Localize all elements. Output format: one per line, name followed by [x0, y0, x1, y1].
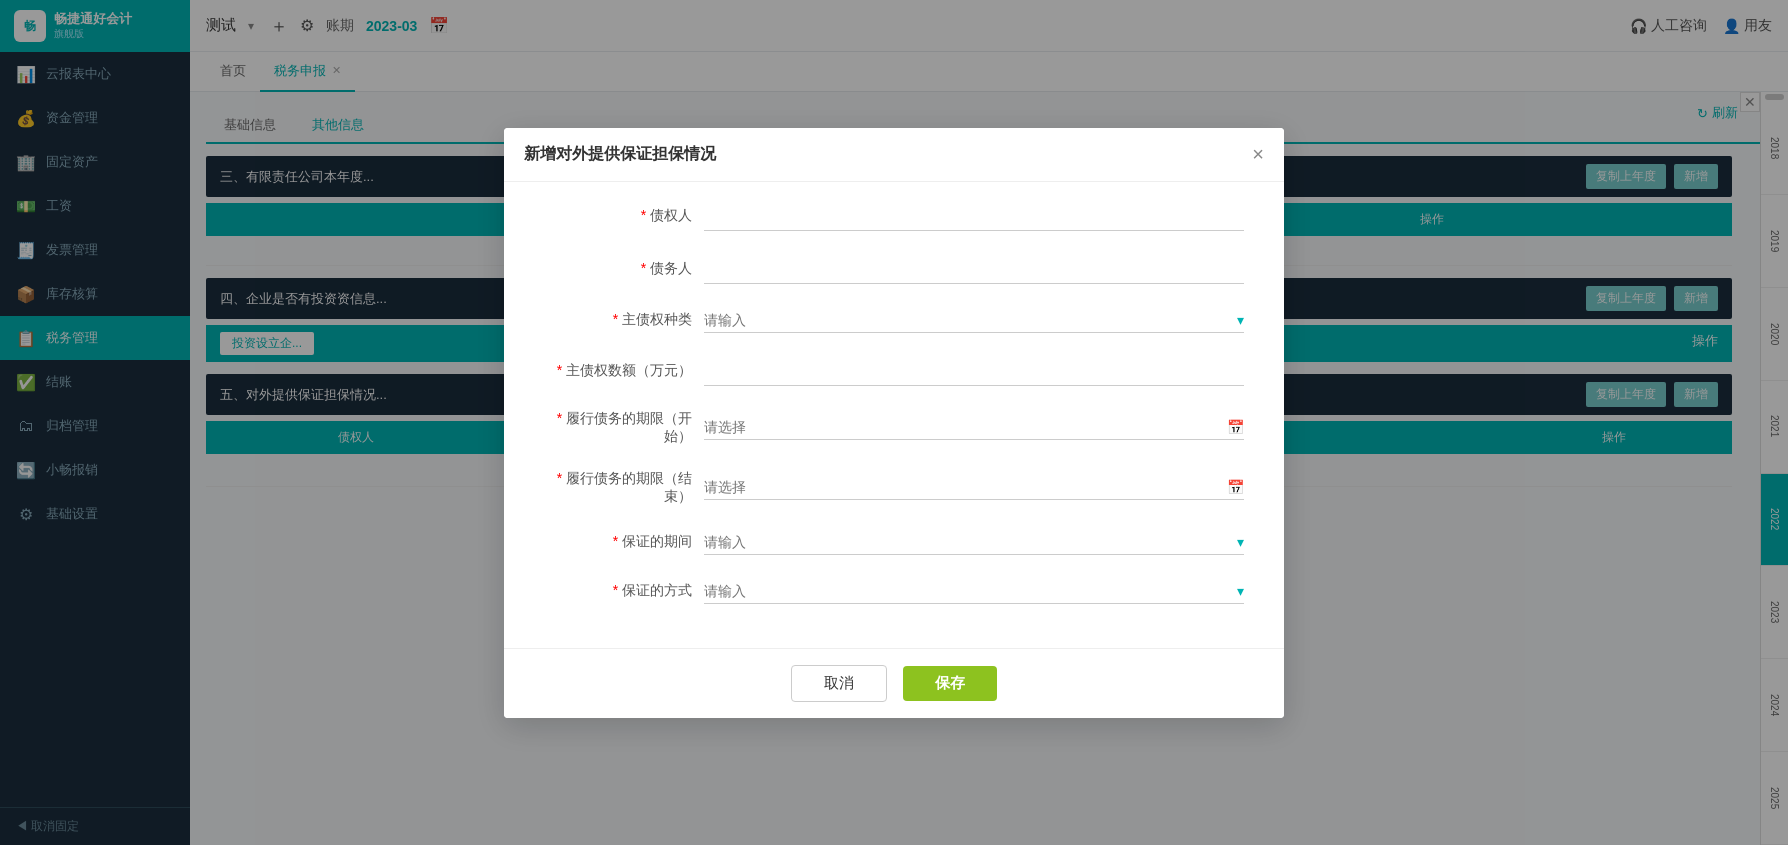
save-button[interactable]: 保存: [903, 666, 997, 701]
modal: 新增对外提供保证担保情况 × * 债权人 * 债务人: [504, 128, 1284, 718]
claim-amount-input[interactable]: [704, 357, 1244, 386]
guarantee-method-dropdown-icon[interactable]: ▾: [1237, 583, 1244, 599]
form-field-period-end: * 履行债务的期限（结束） 📅: [544, 470, 1244, 506]
form-field-claim-amount: * 主债权数额（万元）: [544, 357, 1244, 386]
guarantee-period-label: * 保证的期间: [544, 533, 704, 551]
modal-header: 新增对外提供保证担保情况 ×: [504, 128, 1284, 182]
creditor-input[interactable]: [704, 202, 1244, 231]
form-field-guarantee-period: * 保证的期间 ▾: [544, 530, 1244, 555]
form-field-period-start: * 履行债务的期限（开始） 📅: [544, 410, 1244, 446]
form-field-creditor: * 债权人: [544, 202, 1244, 231]
modal-close-btn[interactable]: ×: [1252, 144, 1264, 164]
period-end-input[interactable]: [704, 479, 1227, 495]
modal-overlay: 新增对外提供保证担保情况 × * 债权人 * 债务人: [0, 0, 1788, 845]
claim-type-dropdown-icon[interactable]: ▾: [1237, 312, 1244, 328]
guarantee-method-label: * 保证的方式: [544, 582, 704, 600]
guarantee-period-input[interactable]: [704, 534, 1237, 550]
debtor-label: * 债务人: [544, 260, 704, 278]
form-field-claim-type: * 主债权种类 ▾: [544, 308, 1244, 333]
period-start-label: * 履行债务的期限（开始）: [544, 410, 704, 446]
period-end-label: * 履行债务的期限（结束）: [544, 470, 704, 506]
creditor-label: * 债权人: [544, 207, 704, 225]
form-field-guarantee-method: * 保证的方式 ▾: [544, 579, 1244, 604]
debtor-input[interactable]: [704, 255, 1244, 284]
cancel-button[interactable]: 取消: [791, 665, 887, 702]
period-end-calendar-icon[interactable]: 📅: [1227, 479, 1244, 495]
claim-type-input[interactable]: [704, 312, 1237, 328]
guarantee-method-input[interactable]: [704, 583, 1237, 599]
form-field-debtor: * 债务人: [544, 255, 1244, 284]
claim-type-label: * 主债权种类: [544, 311, 704, 329]
claim-amount-label: * 主债权数额（万元）: [544, 362, 704, 380]
period-start-calendar-icon[interactable]: 📅: [1227, 419, 1244, 435]
guarantee-period-dropdown-icon[interactable]: ▾: [1237, 534, 1244, 550]
modal-body: * 债权人 * 债务人 *: [504, 182, 1284, 648]
period-start-input[interactable]: [704, 419, 1227, 435]
modal-title: 新增对外提供保证担保情况: [524, 144, 716, 165]
modal-footer: 取消 保存: [504, 648, 1284, 718]
